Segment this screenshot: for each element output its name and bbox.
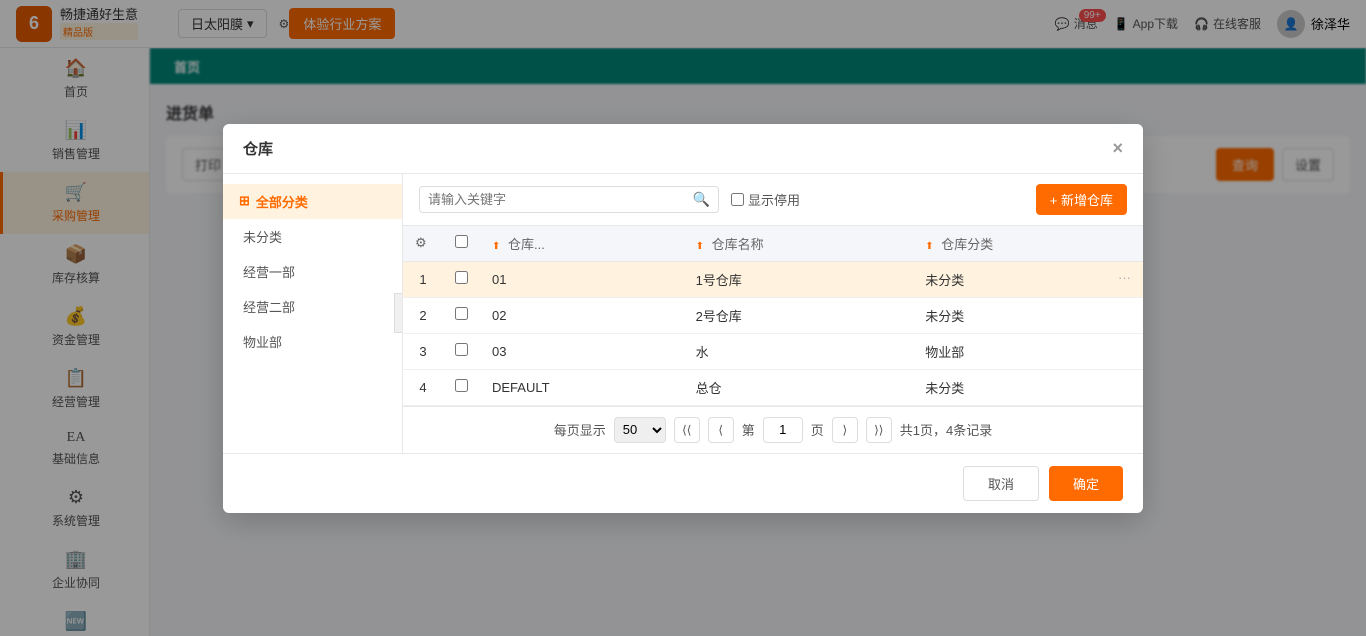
row-no: 1 [403, 261, 443, 297]
checkbox-column-header[interactable] [443, 226, 480, 262]
gear-header-icon: ⚙ [415, 235, 427, 250]
pagination: 每页显示 50 10 20 100 ⟨⟨ ⟨ 第 页 ⟩ ⟩⟩ 共1页，4条记录 [403, 406, 1143, 453]
total-label: 共1页，4条记录 [900, 420, 992, 439]
table-container: ⚙ ⬆ 仓库... ⬆ [403, 226, 1143, 406]
add-warehouse-button[interactable]: + 新增仓库 [1036, 184, 1127, 215]
category-item-property[interactable]: 物业部 [223, 324, 402, 359]
search-box: 🔍 [419, 186, 719, 213]
row-checkbox[interactable] [443, 333, 480, 369]
show-disabled-checkbox-label[interactable]: 显示停用 [731, 190, 800, 209]
row-name: 1号仓库 [684, 261, 914, 297]
row-checkbox[interactable] [443, 261, 480, 297]
last-page-button[interactable]: ⟩⟩ [866, 417, 892, 443]
row-checkbox[interactable] [443, 297, 480, 333]
row-no: 3 [403, 333, 443, 369]
table-panel: 🔍 显示停用 + 新增仓库 ⚙ [403, 174, 1143, 453]
search-icon: 🔍 [693, 191, 710, 208]
row-no: 2 [403, 297, 443, 333]
confirm-button[interactable]: 确定 [1049, 466, 1123, 501]
show-disabled-label: 显示停用 [748, 190, 800, 209]
modal-body: ⊞ 全部分类 未分类 经营一部 经营二部 物业部 《 🔍 [223, 174, 1143, 453]
collapse-panel-button[interactable]: 《 [394, 293, 403, 333]
category-all-item[interactable]: ⊞ 全部分类 [223, 184, 402, 219]
sort-icon: ⬆ [696, 241, 704, 252]
code-column-label: 仓库... [508, 237, 545, 252]
table-body: 1 01 1号仓库 未分类 ··· 2 0 [403, 261, 1143, 405]
category-column-label: 仓库分类 [941, 237, 993, 252]
warehouse-modal: 仓库 × ⊞ 全部分类 未分类 经营一部 经营二部 物业部 《 [223, 124, 1143, 513]
category-item-unclassified[interactable]: 未分类 [223, 219, 402, 254]
search-input[interactable] [428, 192, 687, 207]
cancel-button[interactable]: 取消 [963, 466, 1039, 501]
modal-title: 仓库 [243, 138, 273, 159]
code-column-header[interactable]: ⬆ 仓库... [480, 226, 684, 262]
row-no: 4 [403, 369, 443, 405]
first-page-button[interactable]: ⟨⟨ [674, 417, 700, 443]
row-code: 02 [480, 297, 684, 333]
sort-icon: ⬆ [925, 241, 933, 252]
page-number-input[interactable] [763, 417, 803, 443]
row-checkbox[interactable] [443, 369, 480, 405]
name-column-header[interactable]: ⬆ 仓库名称 [684, 226, 914, 262]
row-code: 01 [480, 261, 684, 297]
table-row[interactable]: 4 DEFAULT 总仓 未分类 [403, 369, 1143, 405]
modal-footer: 取消 确定 [223, 453, 1143, 513]
row-category: 未分类 [913, 369, 1143, 405]
modal-header: 仓库 × [223, 124, 1143, 174]
row-action-icon[interactable]: ··· [1118, 270, 1131, 285]
next-page-button[interactable]: ⟩ [832, 417, 858, 443]
warehouse-table: ⚙ ⬆ 仓库... ⬆ [403, 226, 1143, 406]
table-header-row: ⚙ ⬆ 仓库... ⬆ [403, 226, 1143, 262]
row-name: 2号仓库 [684, 297, 914, 333]
per-page-select[interactable]: 50 10 20 100 [614, 417, 666, 443]
row-code: DEFAULT [480, 369, 684, 405]
table-row[interactable]: 2 02 2号仓库 未分类 [403, 297, 1143, 333]
per-page-label: 每页显示 [554, 420, 606, 439]
category-all-label: 全部分类 [256, 192, 308, 211]
row-category: 未分类 ··· [913, 261, 1143, 297]
show-disabled-checkbox[interactable] [731, 193, 744, 206]
table-toolbar: 🔍 显示停用 + 新增仓库 [403, 174, 1143, 226]
row-name: 总仓 [684, 369, 914, 405]
row-category: 未分类 [913, 297, 1143, 333]
row-category: 物业部 [913, 333, 1143, 369]
row-name: 水 [684, 333, 914, 369]
modal-close-button[interactable]: × [1112, 138, 1123, 159]
sort-icon: ⬆ [492, 241, 500, 252]
row-code: 03 [480, 333, 684, 369]
gear-column-header[interactable]: ⚙ [403, 226, 443, 262]
category-item-op2[interactable]: 经营二部 [223, 289, 402, 324]
page-suffix: 页 [811, 420, 824, 439]
grid-icon: ⊞ [239, 193, 250, 209]
name-column-label: 仓库名称 [712, 237, 764, 252]
table-head: ⚙ ⬆ 仓库... ⬆ [403, 226, 1143, 262]
modal-overlay: 仓库 × ⊞ 全部分类 未分类 经营一部 经营二部 物业部 《 [0, 0, 1366, 636]
select-all-checkbox[interactable] [455, 235, 468, 248]
table-row[interactable]: 3 03 水 物业部 [403, 333, 1143, 369]
category-column-header[interactable]: ⬆ 仓库分类 [913, 226, 1143, 262]
category-panel: ⊞ 全部分类 未分类 经营一部 经营二部 物业部 《 [223, 174, 403, 453]
page-label: 第 [742, 420, 755, 439]
category-item-op1[interactable]: 经营一部 [223, 254, 402, 289]
prev-page-button[interactable]: ⟨ [708, 417, 734, 443]
table-row[interactable]: 1 01 1号仓库 未分类 ··· [403, 261, 1143, 297]
